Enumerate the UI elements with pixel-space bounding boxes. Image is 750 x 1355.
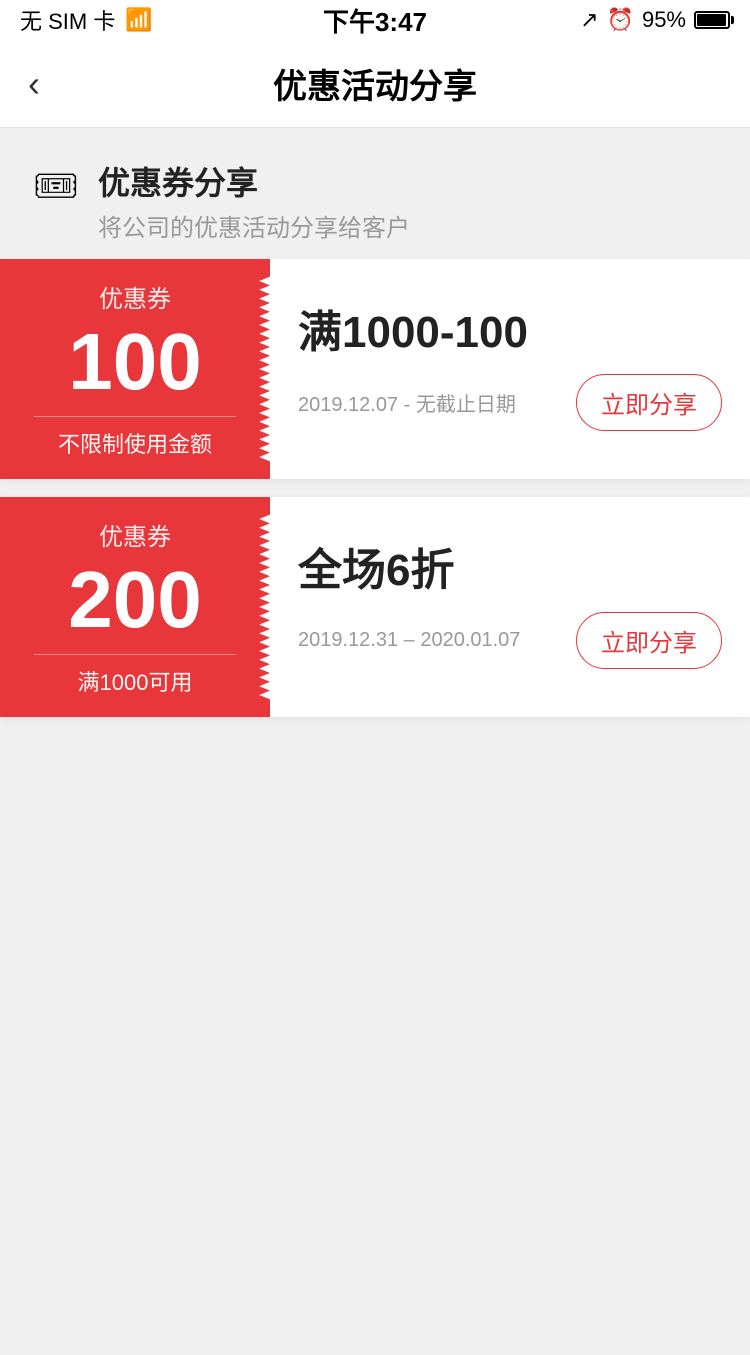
nav-bar: ‹ 优惠活动分享 [0,40,750,128]
coupon-right-2: 全场6折 2019.12.31 – 2020.01.07 立即分享 [270,497,750,717]
wifi-icon: 📶 [125,7,152,33]
coupon-left-1: 优惠券 100 不限制使用金额 [0,259,270,479]
coupon-footer-2: 2019.12.31 – 2020.01.07 立即分享 [298,612,722,669]
coupon-condition-1: 不限制使用金额 [58,427,212,459]
coupon-card-2: 优惠券 200 满1000可用 全场6折 2019.12.31 – 2020.0… [0,497,750,717]
coupon-label-1: 优惠券 [99,279,171,314]
bottom-area [0,755,750,1355]
share-button-1[interactable]: 立即分享 [576,374,722,431]
coupon-right-1: 满1000-100 2019.12.07 - 无截止日期 立即分享 [270,259,750,479]
coupon-name-1: 满1000-100 [298,307,722,360]
section-subtitle: 将公司的优惠活动分享给客户 [98,208,410,243]
coupon-card-1: 优惠券 100 不限制使用金额 满1000-100 2019.12.07 - 无… [0,259,750,479]
coupon-condition-2: 满1000可用 [78,665,193,697]
coupon-list: 优惠券 100 不限制使用金额 满1000-100 2019.12.07 - 无… [0,259,750,755]
coupon-footer-1: 2019.12.07 - 无截止日期 立即分享 [298,374,722,431]
status-bar: 无 SIM 卡 📶 下午3:47 ↗ ⏰ 95% [0,0,750,40]
coupon-section-icon: 🎟 [30,160,82,212]
sim-label: 无 SIM 卡 [20,4,115,36]
status-right: ↗ ⏰ 95% [580,7,730,33]
alarm-icon: ⏰ [607,7,634,33]
coupon-divider-1 [34,416,236,417]
coupon-label-2: 优惠券 [99,517,171,552]
section-title: 优惠券分享 [98,158,410,204]
section-header: 🎟 优惠券分享 将公司的优惠活动分享给客户 [0,128,750,259]
coupon-amount-1: 100 [68,322,201,402]
battery-percent: 95% [642,7,686,33]
share-button-2[interactable]: 立即分享 [576,612,722,669]
coupon-divider-2 [34,654,236,655]
back-button[interactable]: ‹ [28,63,40,105]
coupon-date-1: 2019.12.07 - 无截止日期 [298,388,566,417]
section-text: 优惠券分享 将公司的优惠活动分享给客户 [98,158,410,243]
status-left: 无 SIM 卡 📶 [20,4,153,36]
location-icon: ↗ [580,7,598,33]
page-title: 优惠活动分享 [273,59,477,108]
coupon-amount-2: 200 [68,560,201,640]
status-time: 下午3:47 [323,2,427,39]
battery-icon [694,11,730,29]
coupon-date-2: 2019.12.31 – 2020.01.07 [298,629,566,652]
coupon-left-2: 优惠券 200 满1000可用 [0,497,270,717]
coupon-name-2: 全场6折 [298,545,722,598]
